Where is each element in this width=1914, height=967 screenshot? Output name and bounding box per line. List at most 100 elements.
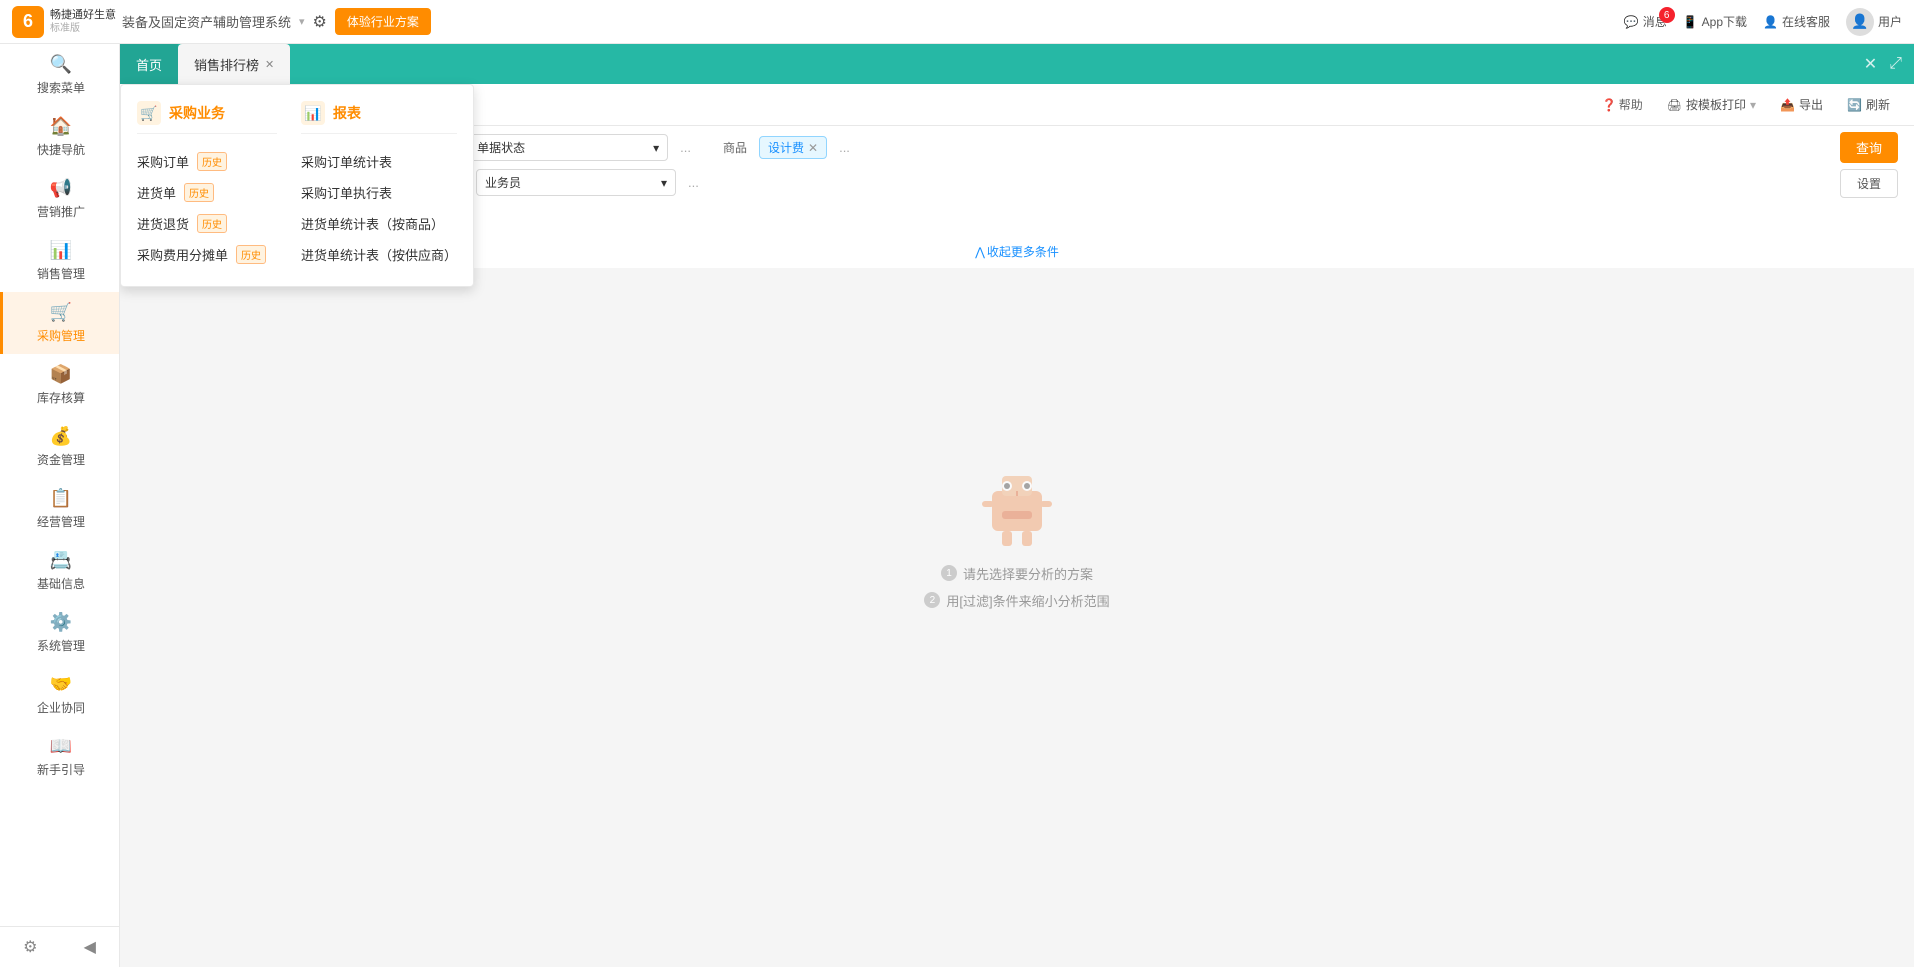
sidebar-settings-btn[interactable]: ⚙: [23, 937, 37, 957]
basic-info-icon: 📇: [50, 550, 72, 571]
menu-item-incoming-return[interactable]: 进货退货 历史: [137, 208, 277, 239]
hist-badge-incoming: 历史: [184, 183, 214, 202]
main-content: 首页 销售排行榜 ✕ ✕ ⤢ 🛒 采购业务 采: [120, 44, 1914, 967]
message-action[interactable]: 💬 6 消息: [1624, 13, 1667, 30]
tab-home[interactable]: 首页: [120, 44, 178, 84]
staff-arrow: ▾: [661, 176, 667, 190]
goods-tag: 设计费 ✕: [759, 136, 827, 159]
home-icon: 🏠: [50, 116, 72, 137]
avatar-icon: 👤: [1851, 13, 1868, 30]
logo-icon: 6: [12, 6, 44, 38]
tab-close-window-btn[interactable]: ✕: [1860, 52, 1881, 76]
help-icon: ❓: [1602, 98, 1617, 112]
message-icon: 💬: [1624, 15, 1639, 29]
search-icon: 🔍: [50, 54, 72, 75]
tab-expand-btn[interactable]: ⤢: [1885, 53, 1906, 75]
menu-item-incoming-stats-supplier[interactable]: 进货单统计表（按供应商）: [301, 239, 457, 270]
purchase-section-icon: 🛒: [137, 101, 161, 125]
goods-label: 商品: [723, 139, 747, 156]
print-btn[interactable]: 🖨 按模板打印 ▾: [1659, 92, 1764, 117]
message-badge: 6: [1659, 7, 1675, 23]
menu-item-purchase-expense[interactable]: 采购费用分摊单 历史: [137, 239, 277, 270]
settings-icon[interactable]: ⚙: [313, 12, 327, 32]
filter-dots-3[interactable]: ...: [688, 175, 699, 190]
sidebar-item-operations[interactable]: 📋 经营管理: [0, 478, 119, 540]
menu-section-purchase-title: 🛒 采购业务: [137, 101, 277, 134]
refresh-icon: 🔄: [1847, 98, 1862, 112]
layout: 🔍 搜索菜单 🏠 快捷导航 📢 营销推广 📊 销售管理 🛒 采购管理 📦 库存核…: [0, 44, 1914, 967]
report-section-icon: 📊: [301, 101, 325, 125]
goods-tag-remove[interactable]: ✕: [808, 141, 818, 155]
sidebar-item-purchase[interactable]: 🛒 采购管理: [0, 292, 119, 354]
app-download-action[interactable]: 📱 App下载: [1683, 13, 1747, 30]
empty-tip-1: 1 请先选择要分析的方案: [941, 564, 1093, 583]
filter-dots-1[interactable]: ...: [680, 140, 691, 155]
tabbar-right-controls: ✕ ⤢: [1860, 52, 1914, 76]
sidebar: 🔍 搜索菜单 🏠 快捷导航 📢 营销推广 📊 销售管理 🛒 采购管理 📦 库存核…: [0, 44, 120, 967]
search-btn[interactable]: 查询: [1840, 132, 1898, 163]
industry-btn[interactable]: 体验行业方案: [335, 8, 431, 35]
set-btn[interactable]: 设置: [1840, 169, 1898, 198]
sidebar-item-search[interactable]: 🔍 搜索菜单: [0, 44, 119, 106]
menu-section-purchase: 🛒 采购业务 采购订单 历史 进货单 历史 进货退货 历史: [137, 101, 277, 270]
empty-tip-2: 2 用[过滤]条件来缩小分析范围: [924, 591, 1109, 610]
user-avatar: 👤: [1846, 8, 1874, 36]
system-title: 装备及固定资产辅助管理系统 ▾ ⚙ 体验行业方案: [122, 8, 1624, 35]
sidebar-item-basic-info[interactable]: 📇 基础信息: [0, 540, 119, 602]
step-2-badge: 2: [924, 592, 940, 608]
step-1-badge: 1: [941, 565, 957, 581]
sidebar-item-marketing[interactable]: 📢 营销推广: [0, 168, 119, 230]
cooperation-icon: 🤝: [50, 674, 72, 695]
purchase-icon: 🛒: [50, 302, 72, 323]
sidebar-item-finance[interactable]: 💰 资金管理: [0, 416, 119, 478]
user-action[interactable]: 👤 用户: [1846, 8, 1902, 36]
dropdown-menu: 🛒 采购业务 采购订单 历史 进货单 历史 进货退货 历史: [120, 84, 474, 287]
inventory-icon: 📦: [50, 364, 72, 385]
menu-item-purchase-order-exec[interactable]: 采购订单执行表: [301, 177, 457, 208]
tabbar: 首页 销售排行榜 ✕ ✕ ⤢ 🛒 采购业务 采: [120, 44, 1914, 84]
sales-icon: 📊: [50, 240, 72, 261]
menu-section-report: 📊 报表 采购订单统计表 采购订单执行表 进货单统计表（按商品） 进货单统计表（…: [301, 101, 457, 270]
print-icon: 🖨: [1667, 98, 1682, 112]
menu-item-incoming[interactable]: 进货单 历史: [137, 177, 277, 208]
marketing-icon: 📢: [50, 178, 72, 199]
sidebar-item-quick-nav[interactable]: 🏠 快捷导航: [0, 106, 119, 168]
filter-dots-2[interactable]: ...: [839, 140, 850, 155]
right-action-buttons: 查询 设置: [1840, 132, 1898, 198]
topbar-actions: 💬 6 消息 📱 App下载 👤 在线客服 👤 用户: [1624, 8, 1902, 36]
logo: 6 畅捷通好生意 标准版: [12, 6, 122, 38]
hist-badge-purchase-order: 历史: [197, 152, 227, 171]
sidebar-item-sales[interactable]: 📊 销售管理: [0, 230, 119, 292]
refresh-btn[interactable]: 🔄 刷新: [1839, 92, 1898, 117]
sidebar-item-system[interactable]: ⚙️ 系统管理: [0, 602, 119, 664]
sidebar-item-guide[interactable]: 📖 新手引导: [0, 726, 119, 788]
online-service-action[interactable]: 👤 在线客服: [1763, 13, 1830, 30]
title-dropdown-arrow[interactable]: ▾: [299, 15, 305, 28]
collapse-arrow-icon: ⋀: [975, 245, 985, 259]
empty-state: 1 请先选择要分析的方案 2 用[过滤]条件来缩小分析范围: [120, 268, 1914, 798]
staff-select[interactable]: 业务员 ▾: [476, 169, 676, 196]
tab-close-icon[interactable]: ✕: [265, 58, 274, 71]
menu-item-purchase-order-stats[interactable]: 采购订单统计表: [301, 146, 457, 177]
doc-status-arrow: ▾: [653, 141, 659, 155]
help-btn[interactable]: ❓ 帮助: [1594, 92, 1651, 117]
sidebar-item-inventory[interactable]: 📦 库存核算: [0, 354, 119, 416]
export-icon: 📤: [1780, 98, 1795, 112]
sidebar-item-cooperation[interactable]: 🤝 企业协同: [0, 664, 119, 726]
sidebar-bottom: ⚙ ◀: [0, 926, 119, 967]
menu-item-purchase-order[interactable]: 采购订单 历史: [137, 146, 277, 177]
operations-icon: 📋: [50, 488, 72, 509]
doc-status-select[interactable]: 单据状态 ▾: [468, 134, 668, 161]
logo-text: 畅捷通好生意 标准版: [50, 8, 116, 35]
guide-icon: 📖: [50, 736, 72, 757]
system-icon: ⚙️: [50, 612, 72, 633]
tab-sales-rank[interactable]: 销售排行榜 ✕: [178, 44, 290, 84]
phone-icon: 📱: [1683, 15, 1698, 29]
export-btn[interactable]: 📤 导出: [1772, 92, 1831, 117]
service-icon: 👤: [1763, 15, 1778, 29]
sidebar-collapse-btn[interactable]: ◀: [84, 937, 96, 957]
menu-item-incoming-stats-goods[interactable]: 进货单统计表（按商品）: [301, 208, 457, 239]
finance-icon: 💰: [50, 426, 72, 447]
print-dropdown-arrow[interactable]: ▾: [1750, 98, 1756, 112]
hist-badge-purchase-expense: 历史: [236, 245, 266, 264]
